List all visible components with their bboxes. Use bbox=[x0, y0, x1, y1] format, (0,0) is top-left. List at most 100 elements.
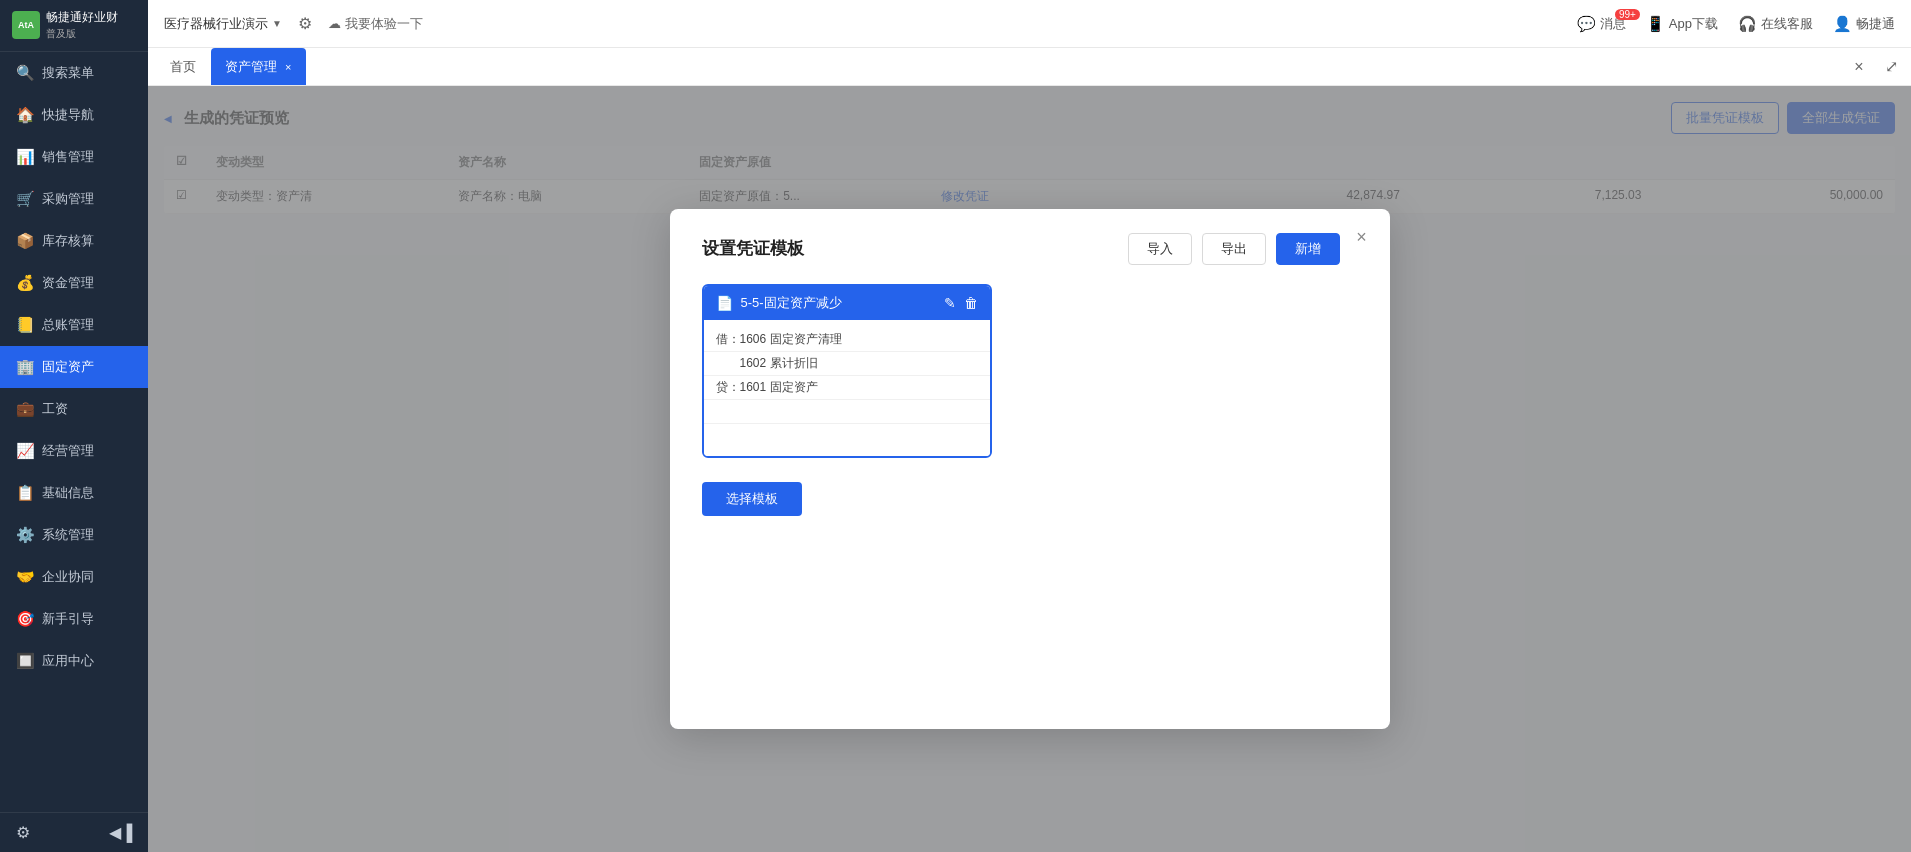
template-card-header: 📄 5-5-固定资产减少 ✎ 🗑 bbox=[704, 286, 990, 320]
sidebar-item-salary[interactable]: 💼 工资 bbox=[0, 388, 148, 430]
template-entry-row: 1602 累计折旧 bbox=[704, 352, 990, 376]
cloud-icon: ☁ bbox=[328, 16, 341, 31]
sidebar-bottom: ⚙ ◀▐ bbox=[0, 812, 148, 852]
template-entry-row: 贷：1601 固定资产 bbox=[704, 376, 990, 400]
modal-overlay: × 设置凭证模板 导入 导出 新增 📄 5-5-固定资产减少 ✎ bbox=[148, 86, 1911, 852]
sidebar-item-basics[interactable]: 📋 基础信息 bbox=[0, 472, 148, 514]
tab-home[interactable]: 首页 bbox=[156, 48, 211, 85]
notification-button[interactable]: 💬 消息 99+ bbox=[1577, 15, 1626, 33]
modal-close-button[interactable]: × bbox=[1350, 225, 1374, 249]
sidebar-item-label: 应用中心 bbox=[42, 652, 94, 670]
app-logo: AtA 畅捷通好业财 普及版 bbox=[0, 0, 148, 52]
entry-label-2: 1602 累计折旧 bbox=[716, 355, 876, 372]
modal-toolbar: 导入 导出 新增 bbox=[1128, 233, 1340, 265]
entry-debit-3 bbox=[876, 379, 940, 396]
template-empty-row bbox=[704, 400, 990, 424]
inventory-icon: 📦 bbox=[16, 232, 34, 250]
headset-icon: 🎧 bbox=[1738, 15, 1757, 33]
sidebar-item-ledger[interactable]: 📒 总账管理 bbox=[0, 304, 148, 346]
template-card-body: 借：1606 固定资产清理 1602 累计折旧 贷：1601 固定资产 bbox=[704, 320, 990, 456]
sidebar-item-label: 资金管理 bbox=[42, 274, 94, 292]
template-name: 5-5-固定资产减少 bbox=[741, 294, 944, 312]
sales-icon: 📊 bbox=[16, 148, 34, 166]
content-area: 生成的凭证预览 批量凭证模板 全部生成凭证 ☑ 变动类型 资产名称 固定资产原值 bbox=[148, 86, 1911, 852]
online-service-button[interactable]: 🎧 在线客服 bbox=[1738, 15, 1813, 33]
sidebar-item-label: 销售管理 bbox=[42, 148, 94, 166]
app-download-label: App下载 bbox=[1669, 15, 1718, 33]
tab-close-icon[interactable]: × bbox=[285, 61, 291, 73]
sidebar-item-label: 企业协同 bbox=[42, 568, 94, 586]
import-button[interactable]: 导入 bbox=[1128, 233, 1192, 265]
entry-credit-2 bbox=[940, 355, 992, 372]
template-doc-icon: 📄 bbox=[716, 295, 733, 311]
dropdown-caret-icon: ▼ bbox=[272, 18, 282, 29]
new-template-button[interactable]: 新增 bbox=[1276, 233, 1340, 265]
collapse-icon[interactable]: ◀▐ bbox=[109, 823, 132, 842]
basics-icon: 📋 bbox=[16, 484, 34, 502]
export-button[interactable]: 导出 bbox=[1202, 233, 1266, 265]
sidebar-item-label: 快捷导航 bbox=[42, 106, 94, 124]
user-icon: 👤 bbox=[1833, 15, 1852, 33]
template-edit-icon[interactable]: ✎ bbox=[944, 295, 956, 311]
ledger-icon: 📒 bbox=[16, 316, 34, 334]
tab-asset-label: 资产管理 bbox=[225, 58, 277, 76]
sidebar-item-label: 工资 bbox=[42, 400, 68, 418]
sidebar-item-label: 总账管理 bbox=[42, 316, 94, 334]
finance-icon: 💰 bbox=[16, 274, 34, 292]
system-icon: ⚙️ bbox=[16, 526, 34, 544]
logo-icon: AtA bbox=[12, 11, 40, 39]
guide-icon: 🎯 bbox=[16, 610, 34, 628]
entry-credit-3 bbox=[940, 379, 992, 396]
experience-button[interactable]: ☁ 我要体验一下 bbox=[328, 15, 423, 33]
purchase-icon: 🛒 bbox=[16, 190, 34, 208]
template-delete-icon[interactable]: 🗑 bbox=[964, 295, 978, 311]
header-right: 💬 消息 99+ 📱 App下载 🎧 在线客服 👤 畅捷通 bbox=[1577, 15, 1895, 33]
online-service-label: 在线客服 bbox=[1761, 15, 1813, 33]
sidebar-item-search[interactable]: 🔍 搜索菜单 bbox=[0, 52, 148, 94]
set-voucher-template-modal: × 设置凭证模板 导入 导出 新增 📄 5-5-固定资产减少 ✎ bbox=[670, 209, 1390, 729]
template-entry-row: 借：1606 固定资产清理 bbox=[704, 328, 990, 352]
sidebar-item-finance[interactable]: 💰 资金管理 bbox=[0, 262, 148, 304]
salary-icon: 💼 bbox=[16, 400, 34, 418]
enterprise-icon: 🤝 bbox=[16, 568, 34, 586]
sidebar-item-inventory[interactable]: 📦 库存核算 bbox=[0, 220, 148, 262]
template-card: 📄 5-5-固定资产减少 ✎ 🗑 借：1606 固定资产清理 bbox=[702, 284, 992, 458]
experience-label: 我要体验一下 bbox=[345, 15, 423, 33]
top-header: 医疗器械行业演示 ▼ ⚙ ☁ 我要体验一下 💬 消息 99+ 📱 App下载 🎧… bbox=[148, 0, 1911, 48]
sidebar-item-system[interactable]: ⚙️ 系统管理 bbox=[0, 514, 148, 556]
sidebar-item-app-center[interactable]: 🔲 应用中心 bbox=[0, 640, 148, 682]
tab-home-label: 首页 bbox=[170, 58, 196, 76]
user-menu-button[interactable]: 👤 畅捷通 bbox=[1833, 15, 1895, 33]
window-controls: × ⤢ bbox=[1847, 55, 1903, 79]
logo-sub: 普及版 bbox=[46, 27, 118, 41]
tab-asset-management[interactable]: 资产管理 × bbox=[211, 48, 306, 85]
main: 医疗器械行业演示 ▼ ⚙ ☁ 我要体验一下 💬 消息 99+ 📱 App下载 🎧… bbox=[148, 0, 1911, 852]
sidebar-item-label: 固定资产 bbox=[42, 358, 94, 376]
company-selector[interactable]: 医疗器械行业演示 ▼ bbox=[164, 15, 282, 33]
sidebar-item-label: 搜索菜单 bbox=[42, 64, 94, 82]
sidebar-item-enterprise[interactable]: 🤝 企业协同 bbox=[0, 556, 148, 598]
home-icon: 🏠 bbox=[16, 106, 34, 124]
settings-icon[interactable]: ⚙ bbox=[298, 14, 312, 33]
app-download-button[interactable]: 📱 App下载 bbox=[1646, 15, 1718, 33]
maximize-window-icon[interactable]: ⤢ bbox=[1879, 55, 1903, 79]
entry-debit-2 bbox=[876, 355, 940, 372]
sidebar-item-fixed-assets[interactable]: 🏢 固定资产 bbox=[0, 346, 148, 388]
sidebar-item-operations[interactable]: 📈 经营管理 bbox=[0, 430, 148, 472]
app-center-icon: 🔲 bbox=[16, 652, 34, 670]
sidebar-item-label: 经营管理 bbox=[42, 442, 94, 460]
sidebar-item-purchase[interactable]: 🛒 采购管理 bbox=[0, 178, 148, 220]
operations-icon: 📈 bbox=[16, 442, 34, 460]
company-name: 医疗器械行业演示 bbox=[164, 15, 268, 33]
sidebar-item-label: 采购管理 bbox=[42, 190, 94, 208]
fixed-assets-icon: 🏢 bbox=[16, 358, 34, 376]
sidebar-item-quick-nav[interactable]: 🏠 快捷导航 bbox=[0, 94, 148, 136]
sidebar-item-sales[interactable]: 📊 销售管理 bbox=[0, 136, 148, 178]
sidebar-item-guide[interactable]: 🎯 新手引导 bbox=[0, 598, 148, 640]
settings-icon[interactable]: ⚙ bbox=[16, 823, 30, 842]
notification-icon: 💬 bbox=[1577, 15, 1596, 33]
close-window-icon[interactable]: × bbox=[1847, 55, 1871, 79]
select-template-button[interactable]: 选择模板 bbox=[702, 482, 802, 516]
sidebar-item-label: 系统管理 bbox=[42, 526, 94, 544]
entry-debit-1 bbox=[876, 331, 940, 348]
